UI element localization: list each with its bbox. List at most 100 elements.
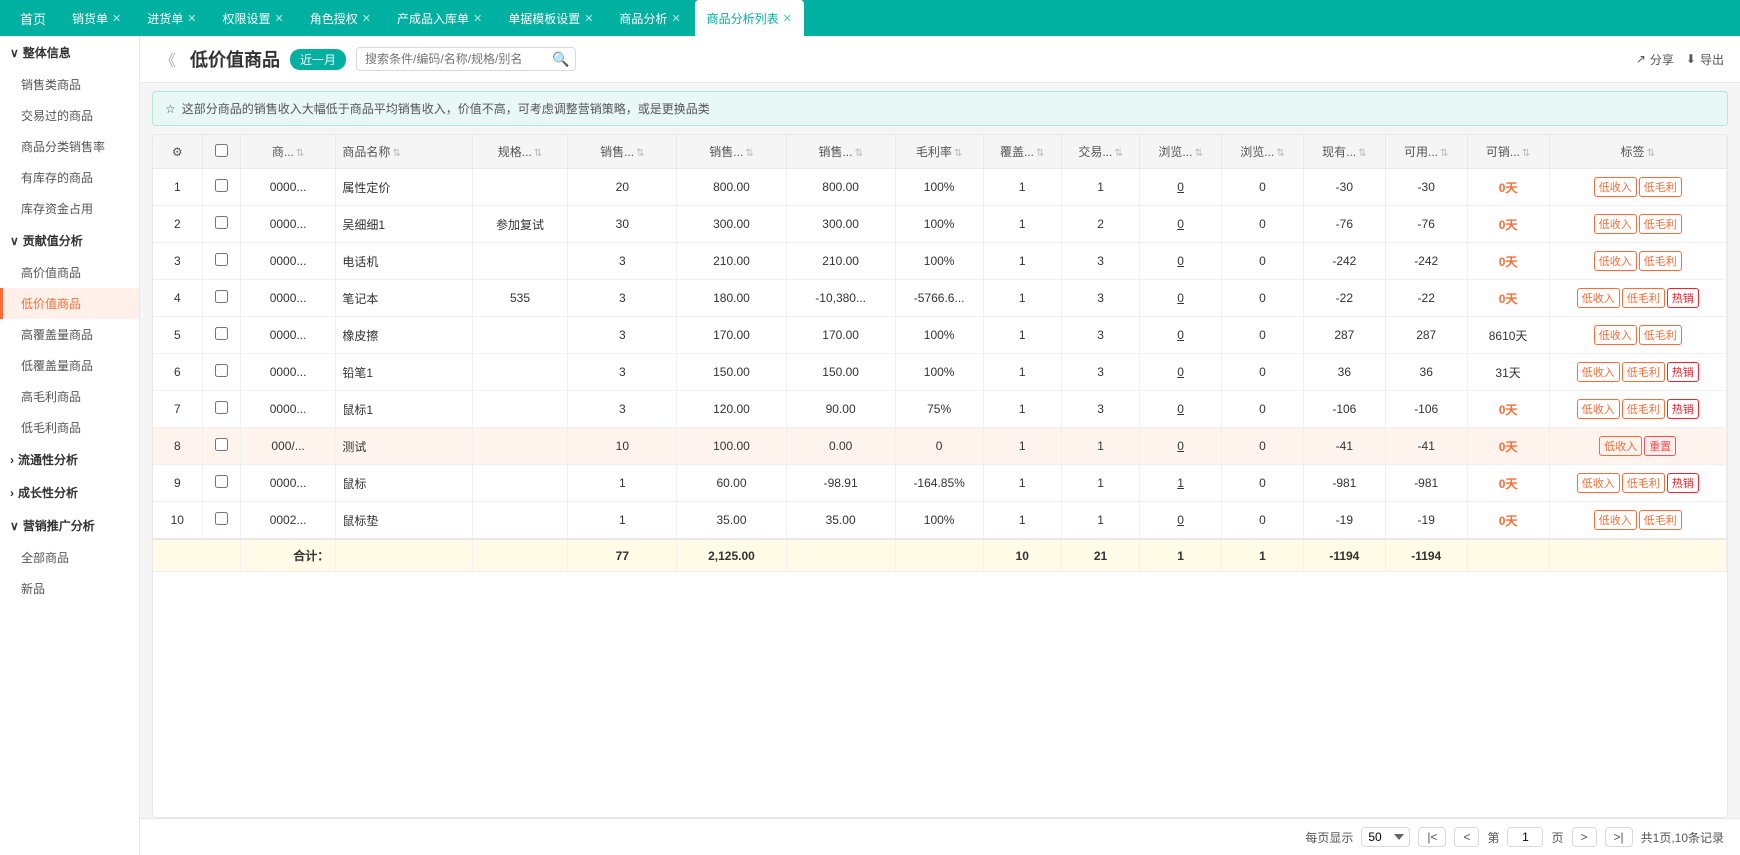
row-checkbox[interactable]: [215, 179, 228, 192]
nav-role[interactable]: 角色授权 ✕: [298, 0, 383, 36]
select-all-checkbox[interactable]: [215, 144, 228, 157]
view1-link[interactable]: 0: [1177, 254, 1184, 268]
sidebar-group-overview[interactable]: ∨ 整体信息: [0, 36, 139, 69]
sidebar-group-contribution[interactable]: ∨ 贡献值分析: [0, 224, 139, 257]
row-checkbox-cell[interactable]: [202, 280, 240, 317]
th-name[interactable]: 商品名称⇅: [336, 135, 472, 169]
th-trade[interactable]: 交易...⇅: [1061, 135, 1139, 169]
sidebar-item-low-value[interactable]: 低价值商品: [0, 288, 139, 319]
th-sale1[interactable]: 销售...⇅: [568, 135, 677, 169]
row-view1[interactable]: 0: [1140, 391, 1222, 428]
sidebar-group-growth[interactable]: › 成长性分析: [0, 476, 139, 509]
nav-sales[interactable]: 销货单 ✕: [60, 0, 133, 36]
row-checkbox-cell[interactable]: [202, 428, 240, 465]
first-page-button[interactable]: |<: [1418, 827, 1446, 847]
th-sale3[interactable]: 销售...⇅: [786, 135, 895, 169]
share-button[interactable]: ↗ 分享: [1636, 51, 1674, 68]
nav-goods-analysis[interactable]: 商品分析 ✕: [607, 0, 692, 36]
next-page-button[interactable]: >: [1572, 827, 1597, 847]
sidebar-item-sales-goods[interactable]: 销售类商品: [0, 69, 139, 100]
row-view1[interactable]: 1: [1140, 465, 1222, 502]
th-sellable[interactable]: 可销...⇅: [1467, 135, 1549, 169]
th-stock1[interactable]: 现有...⇅: [1303, 135, 1385, 169]
row-checkbox[interactable]: [215, 438, 228, 451]
th-cover[interactable]: 覆盖...⇅: [983, 135, 1061, 169]
view1-link[interactable]: 0: [1177, 365, 1184, 379]
sidebar-group-circulation[interactable]: › 流通性分析: [0, 443, 139, 476]
view1-link[interactable]: 0: [1177, 180, 1184, 194]
row-checkbox-cell[interactable]: [202, 206, 240, 243]
nav-purchase[interactable]: 进货单 ✕: [135, 0, 208, 36]
row-view1[interactable]: 0: [1140, 502, 1222, 540]
close-permission-icon[interactable]: ✕: [275, 12, 284, 25]
nav-goods-list[interactable]: 商品分析列表 ✕: [695, 0, 804, 36]
view1-link[interactable]: 0: [1177, 439, 1184, 453]
th-gross[interactable]: 毛利率⇅: [895, 135, 983, 169]
nav-permission[interactable]: 权限设置 ✕: [210, 0, 295, 36]
sidebar-item-high-value[interactable]: 高价值商品: [0, 257, 139, 288]
view1-link[interactable]: 0: [1177, 217, 1184, 231]
th-spec[interactable]: 规格...⇅: [472, 135, 568, 169]
sidebar-item-low-margin[interactable]: 低毛利商品: [0, 412, 139, 443]
prev-page-button[interactable]: <: [1454, 827, 1479, 847]
row-checkbox-cell[interactable]: [202, 465, 240, 502]
row-view1[interactable]: 0: [1140, 428, 1222, 465]
th-sale2[interactable]: 销售...⇅: [677, 135, 786, 169]
row-checkbox-cell[interactable]: [202, 317, 240, 354]
row-view1[interactable]: 0: [1140, 317, 1222, 354]
close-role-icon[interactable]: ✕: [362, 12, 371, 25]
row-checkbox[interactable]: [215, 253, 228, 266]
close-goods-list-icon[interactable]: ✕: [783, 12, 792, 25]
th-tags[interactable]: 标签⇅: [1549, 135, 1727, 169]
th-code[interactable]: 商...⇅: [240, 135, 336, 169]
sidebar-collapse-button[interactable]: 《: [156, 47, 180, 71]
search-input[interactable]: [356, 47, 576, 71]
row-checkbox-cell[interactable]: [202, 354, 240, 391]
sidebar-item-new-goods[interactable]: 新品: [0, 573, 139, 604]
row-checkbox-cell[interactable]: [202, 391, 240, 428]
date-filter-badge[interactable]: 近一月: [290, 49, 346, 70]
page-size-select[interactable]: 50 100: [1361, 827, 1410, 847]
nav-template[interactable]: 单据模板设置 ✕: [496, 0, 605, 36]
close-product-stock-icon[interactable]: ✕: [473, 12, 482, 25]
view1-link[interactable]: 0: [1177, 291, 1184, 305]
sidebar-item-high-cover[interactable]: 高覆盖量商品: [0, 319, 139, 350]
row-checkbox[interactable]: [215, 216, 228, 229]
row-view1[interactable]: 0: [1140, 206, 1222, 243]
last-page-button[interactable]: >|: [1605, 827, 1633, 847]
sidebar-item-high-margin[interactable]: 高毛利商品: [0, 381, 139, 412]
sidebar-item-all-goods[interactable]: 全部商品: [0, 542, 139, 573]
nav-home[interactable]: 首页: [8, 0, 58, 36]
close-purchase-icon[interactable]: ✕: [187, 12, 196, 25]
th-view2[interactable]: 浏览...⇅: [1222, 135, 1304, 169]
sidebar-item-category-rate[interactable]: 商品分类销售率: [0, 131, 139, 162]
page-number-input[interactable]: [1507, 827, 1543, 847]
row-checkbox-cell[interactable]: [202, 502, 240, 540]
sidebar-item-stock-goods[interactable]: 有库存的商品: [0, 162, 139, 193]
view1-link[interactable]: 0: [1177, 328, 1184, 342]
th-checkbox[interactable]: [202, 135, 240, 169]
sidebar-item-fund-occupy[interactable]: 库存资金占用: [0, 193, 139, 224]
export-button[interactable]: ⬇ 导出: [1686, 51, 1724, 68]
sidebar-item-traded-goods[interactable]: 交易过的商品: [0, 100, 139, 131]
row-checkbox-cell[interactable]: [202, 169, 240, 206]
view1-link[interactable]: 0: [1177, 513, 1184, 527]
row-view1[interactable]: 0: [1140, 354, 1222, 391]
th-view1[interactable]: 浏览...⇅: [1140, 135, 1222, 169]
view1-link[interactable]: 0: [1177, 402, 1184, 416]
row-checkbox[interactable]: [215, 364, 228, 377]
row-checkbox[interactable]: [215, 327, 228, 340]
close-template-icon[interactable]: ✕: [584, 12, 593, 25]
row-view1[interactable]: 0: [1140, 243, 1222, 280]
close-goods-analysis-icon[interactable]: ✕: [671, 12, 680, 25]
row-checkbox-cell[interactable]: [202, 243, 240, 280]
sidebar-group-marketing[interactable]: ∨ 营销推广分析: [0, 509, 139, 542]
row-view1[interactable]: 0: [1140, 169, 1222, 206]
sidebar-item-low-cover[interactable]: 低覆盖量商品: [0, 350, 139, 381]
search-button[interactable]: 🔍: [552, 51, 569, 68]
row-checkbox[interactable]: [215, 512, 228, 525]
row-checkbox[interactable]: [215, 401, 228, 414]
view1-link[interactable]: 1: [1177, 476, 1184, 490]
close-sales-icon[interactable]: ✕: [112, 12, 121, 25]
th-settings[interactable]: ⚙: [153, 135, 202, 169]
